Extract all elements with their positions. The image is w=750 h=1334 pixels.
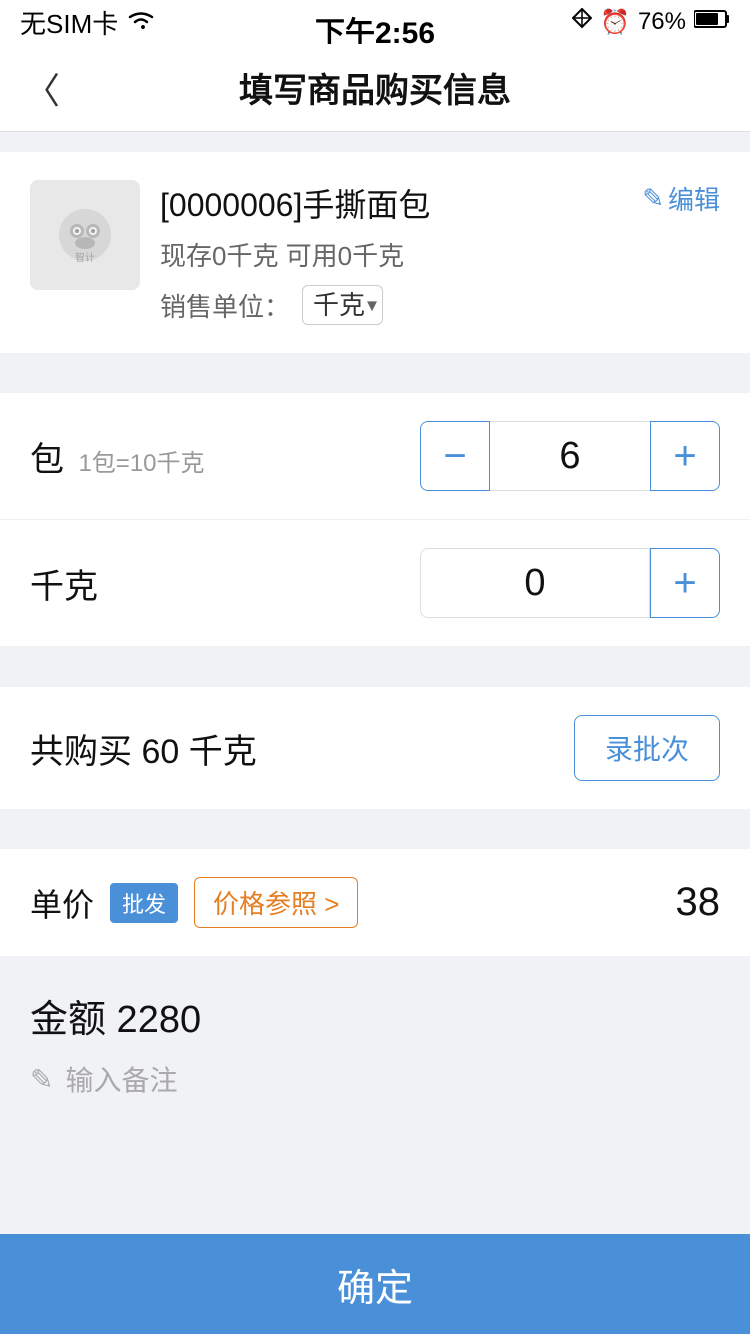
price-value: 38 (676, 880, 721, 925)
bag-qty-input[interactable] (490, 421, 650, 491)
price-tag: 批发 (110, 883, 178, 923)
total-text: 共购买 60 千克 (30, 724, 257, 773)
price-ref-button[interactable]: 价格参照 > (194, 877, 358, 928)
kg-qty-control: + (420, 548, 720, 618)
note-row[interactable]: ✎ 输入备注 (30, 1059, 720, 1099)
product-info: [0000006]手撕面包 ✎ 编辑 现存0千克 可用0千克 销售单位： 千克 (160, 180, 720, 325)
edit-icon: ✎ (642, 183, 664, 214)
price-section: 单价 批发 价格参照 > 38 (0, 849, 750, 956)
product-stock: 现存0千克 可用0千克 (160, 236, 720, 273)
confirm-label: 确定 (337, 1257, 413, 1312)
kg-quantity-row: 千克 + (0, 520, 750, 647)
batch-button[interactable]: 录批次 (574, 715, 720, 781)
back-icon: 〈 (24, 70, 60, 111)
separator-3 (0, 809, 750, 829)
total-row: 共购买 60 千克 录批次 (0, 687, 750, 809)
bag-minus-button[interactable]: − (420, 421, 490, 491)
pencil-icon: ✎ (30, 1063, 53, 1096)
status-bar: 无SIM卡 下午2:56 ⏰ 76% (0, 0, 750, 44)
amount-row: 金额 2280 (30, 988, 720, 1043)
bag-plus-button[interactable]: + (650, 421, 720, 491)
edit-label: 编辑 (668, 180, 720, 217)
alarm-icon: ⏰ (600, 8, 630, 37)
product-card: 智计 [0000006]手撕面包 ✎ 编辑 现存0千克 可用0千克 销售单位： … (0, 152, 750, 353)
price-label: 单价 (30, 880, 94, 926)
separator-2 (0, 647, 750, 667)
main-content: 智计 [0000006]手撕面包 ✎ 编辑 现存0千克 可用0千克 销售单位： … (0, 152, 750, 1115)
edit-button[interactable]: ✎ 编辑 (642, 180, 720, 217)
unit-select-wrap[interactable]: 千克 (302, 285, 383, 325)
unit-label: 销售单位： (160, 287, 290, 324)
bag-label: 包 (30, 441, 64, 479)
note-placeholder: 输入备注 (65, 1059, 177, 1099)
location-icon (572, 8, 592, 37)
confirm-bar[interactable]: 确定 (0, 1234, 750, 1334)
quantity-section: 包 1包=10千克 − + 千克 + (0, 393, 750, 647)
kg-label-wrap: 千克 (30, 559, 98, 608)
back-button[interactable]: 〈 (24, 62, 60, 114)
product-thumbnail: 智计 (30, 180, 140, 290)
page-title: 填写商品购买信息 (239, 63, 511, 112)
product-header: [0000006]手撕面包 ✎ 编辑 (160, 180, 720, 236)
amount-label: 金额 2280 (30, 999, 201, 1041)
kg-label: 千克 (30, 568, 98, 606)
wifi-icon (126, 7, 156, 38)
status-right: ⏰ 76% (572, 8, 730, 37)
status-left: 无SIM卡 (20, 4, 156, 41)
bag-label-wrap: 包 1包=10千克 (30, 432, 205, 481)
battery-icon (694, 8, 730, 36)
price-ref-label: 价格参照 > (213, 884, 339, 921)
bag-quantity-row: 包 1包=10千克 − + (0, 393, 750, 520)
svg-text:智计: 智计 (75, 251, 95, 264)
bag-sub-label: 1包=10千克 (78, 450, 204, 477)
unit-select[interactable]: 千克 (302, 285, 383, 325)
separator-1 (0, 353, 750, 373)
battery-text: 76% (638, 8, 686, 36)
kg-qty-input[interactable] (420, 548, 650, 618)
nav-bar: 〈 填写商品购买信息 (0, 44, 750, 132)
product-unit-row: 销售单位： 千克 (160, 285, 720, 325)
kg-plus-button[interactable]: + (650, 548, 720, 618)
bag-qty-control: − + (420, 421, 720, 491)
amount-section: 金额 2280 ✎ 输入备注 (0, 960, 750, 1115)
product-name: [0000006]手撕面包 (160, 180, 430, 226)
carrier-text: 无SIM卡 (20, 4, 118, 41)
